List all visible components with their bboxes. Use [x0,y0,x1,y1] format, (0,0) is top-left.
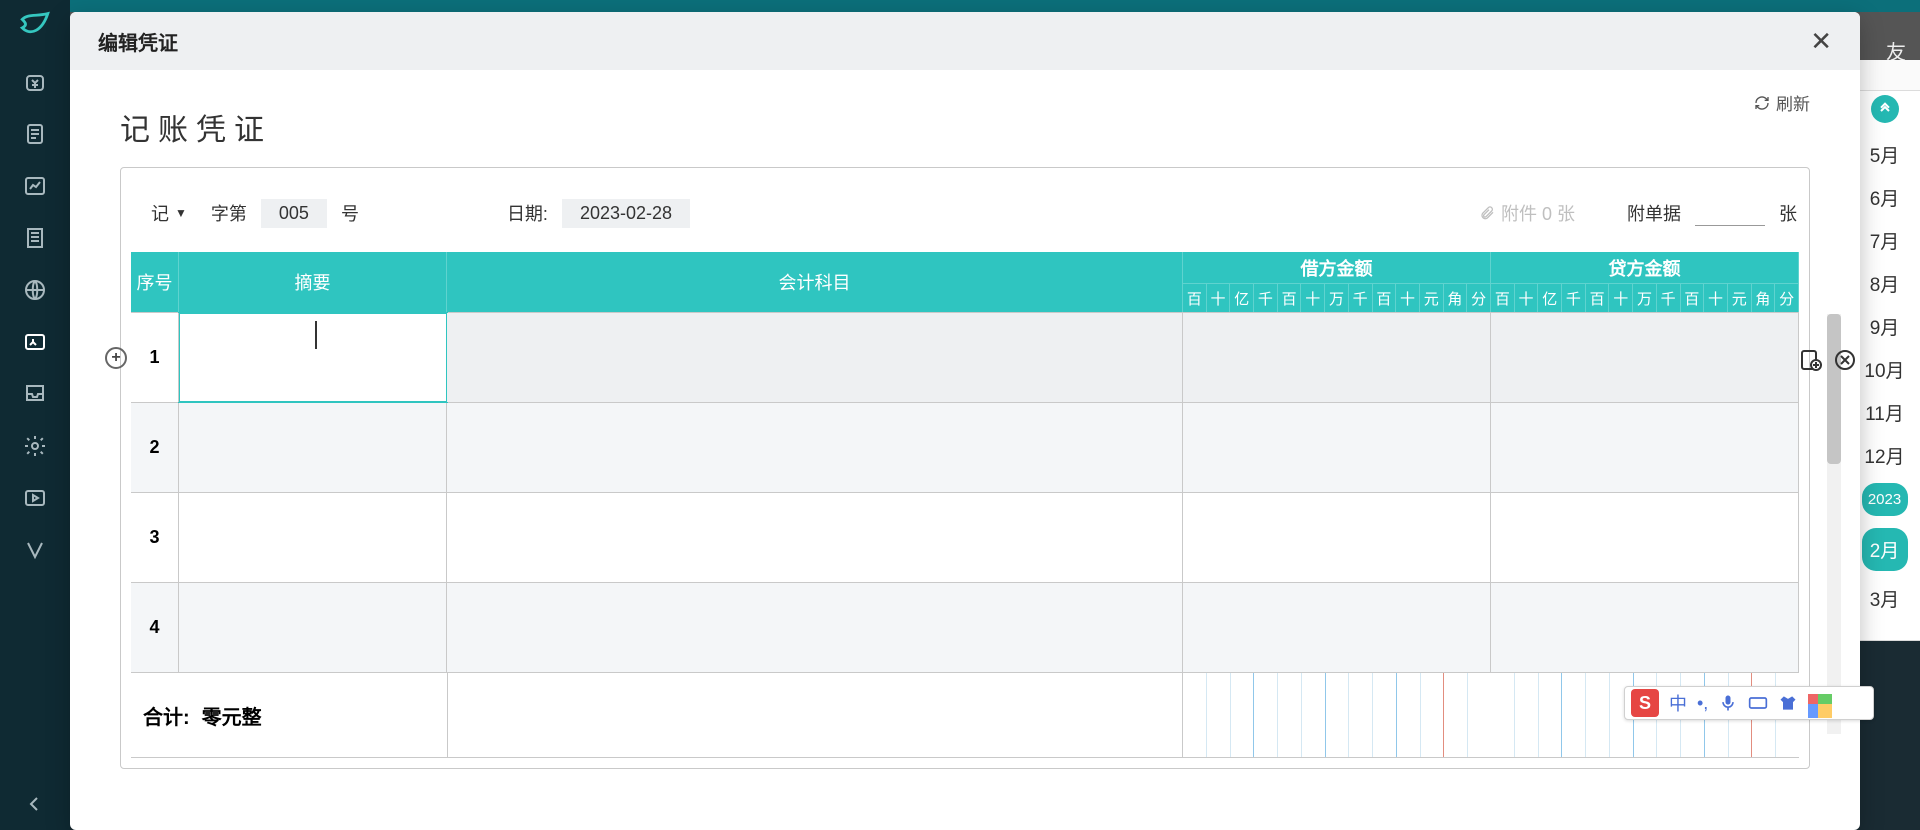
modal-close-button[interactable]: ✕ [1810,28,1832,54]
th-credit: 贷方金额 百十亿千百十万千百十元角分 [1491,252,1799,312]
voucher-sheet: 记 ▼ 字第 005 号 日期: 2023-02-28 附件 0 张 附单据 张 [120,167,1810,769]
voucher-table: 序号 摘要 会计科目 借方金额 百十亿千百十万千百十元角分 贷方金额 百十亿千百… [131,252,1799,758]
summary-cell[interactable] [179,493,447,582]
table-total-row: 合计: 零元整 [131,672,1799,758]
nav-globe-icon[interactable] [23,278,47,302]
nav-video-icon[interactable] [23,486,47,510]
nav-gear-icon[interactable] [23,434,47,458]
credit-cell[interactable] [1491,403,1799,492]
chevron-down-icon: ▼ [175,206,187,220]
nav-v-icon[interactable] [23,538,47,562]
voucher-date-input[interactable]: 2023-02-28 [562,199,690,228]
nav-receipt-icon[interactable] [23,226,47,250]
total-debit [1183,673,1491,757]
row-index: + 1 [131,313,179,402]
attachment-indicator[interactable]: 附件 0 张 [1479,200,1575,226]
th-account: 会计科目 [447,252,1183,312]
row-index: 4 [131,583,179,672]
table-row[interactable]: 4 [131,582,1799,672]
ime-bar[interactable]: S 中 •, [1624,686,1874,720]
hao-label: 号 [341,200,359,226]
th-summary: 摘要 [179,252,447,312]
summary-cell[interactable] [179,583,447,672]
table-row[interactable]: 3 [131,492,1799,582]
row-delete-icon[interactable] [1833,348,1857,372]
ime-punct-icon[interactable]: •, [1697,693,1708,714]
th-index: 序号 [131,252,179,312]
account-cell[interactable] [447,493,1183,582]
table-row[interactable]: + 1 [131,312,1799,402]
paperclip-icon [1479,205,1495,221]
th-debit: 借方金额 百十亿千百十万千百十元角分 [1183,252,1491,312]
date-label: 日期: [507,200,548,226]
nav-doc-icon[interactable] [23,122,47,146]
credit-cell[interactable] [1491,313,1799,402]
account-cell[interactable] [447,403,1183,492]
table-body: + 1 2 [131,312,1799,672]
refresh-icon[interactable] [1754,95,1770,111]
nav-collapse-icon[interactable] [23,792,47,816]
edit-voucher-modal: 编辑凭证 ✕ 刷新 记账凭证 记 ▼ 字第 005 号 日期: 2023-02-… [70,12,1860,830]
ime-grid-icon[interactable] [1808,694,1826,712]
table-row[interactable]: 2 [131,402,1799,492]
row-add-button[interactable]: + [105,347,127,369]
ime-shirt-icon[interactable] [1778,693,1798,713]
ime-mode[interactable]: 中 [1669,690,1687,716]
debit-cell[interactable] [1183,493,1491,582]
nav-card-icon[interactable] [23,330,47,354]
table-scrollbar[interactable] [1827,314,1841,734]
row-index: 3 [131,493,179,582]
credit-digit-labels: 百十亿千百十万千百十元角分 [1491,284,1798,312]
text-cursor [315,321,317,349]
ime-mic-icon[interactable] [1718,693,1738,713]
table-header: 序号 摘要 会计科目 借方金额 百十亿千百十万千百十元角分 贷方金额 百十亿千百… [131,252,1799,312]
account-cell[interactable] [447,313,1183,402]
debit-cell[interactable] [1183,583,1491,672]
debit-cell[interactable] [1183,313,1491,402]
zi-di-label: 字第 [211,200,247,226]
total-label: 合计: [143,701,190,730]
bill-label: 附单据 [1627,200,1681,226]
modal-title: 编辑凭证 [98,27,178,56]
scroll-top-button[interactable] [1871,95,1899,123]
zhang-label: 张 [1779,200,1797,226]
modal-header: 编辑凭证 ✕ [70,12,1860,70]
nav-money-icon[interactable] [23,70,47,94]
voucher-type-select[interactable]: 记 ▼ [141,196,197,230]
credit-cell[interactable] [1491,583,1799,672]
titlebar-accent [70,0,1920,12]
page-title: 记账凭证 [120,105,1810,149]
left-nav [0,0,70,830]
ime-logo-icon: S [1631,689,1659,717]
debit-cell[interactable] [1183,403,1491,492]
refresh-button[interactable]: 刷新 [1776,90,1810,115]
bill-count-input[interactable] [1695,201,1765,226]
ime-keyboard-icon[interactable] [1748,693,1768,713]
summary-cell[interactable] [179,313,447,402]
total-text: 零元整 [202,701,262,730]
credit-cell[interactable] [1491,493,1799,582]
nav-inbox-icon[interactable] [23,382,47,406]
summary-cell[interactable] [179,403,447,492]
debit-digit-labels: 百十亿千百十万千百十元角分 [1183,284,1490,312]
month-pill-active[interactable]: 2月 [1862,528,1908,571]
row-insert-icon[interactable] [1799,348,1823,372]
voucher-meta-row: 记 ▼ 字第 005 号 日期: 2023-02-28 附件 0 张 附单据 张 [127,196,1803,252]
brand-logo-icon [18,8,52,42]
row-tools [1799,348,1857,372]
year-pill[interactable]: 2023 [1862,483,1908,516]
row-index: 2 [131,403,179,492]
account-cell[interactable] [447,583,1183,672]
voucher-number-input[interactable]: 005 [261,199,327,228]
nav-chart-icon[interactable] [23,174,47,198]
